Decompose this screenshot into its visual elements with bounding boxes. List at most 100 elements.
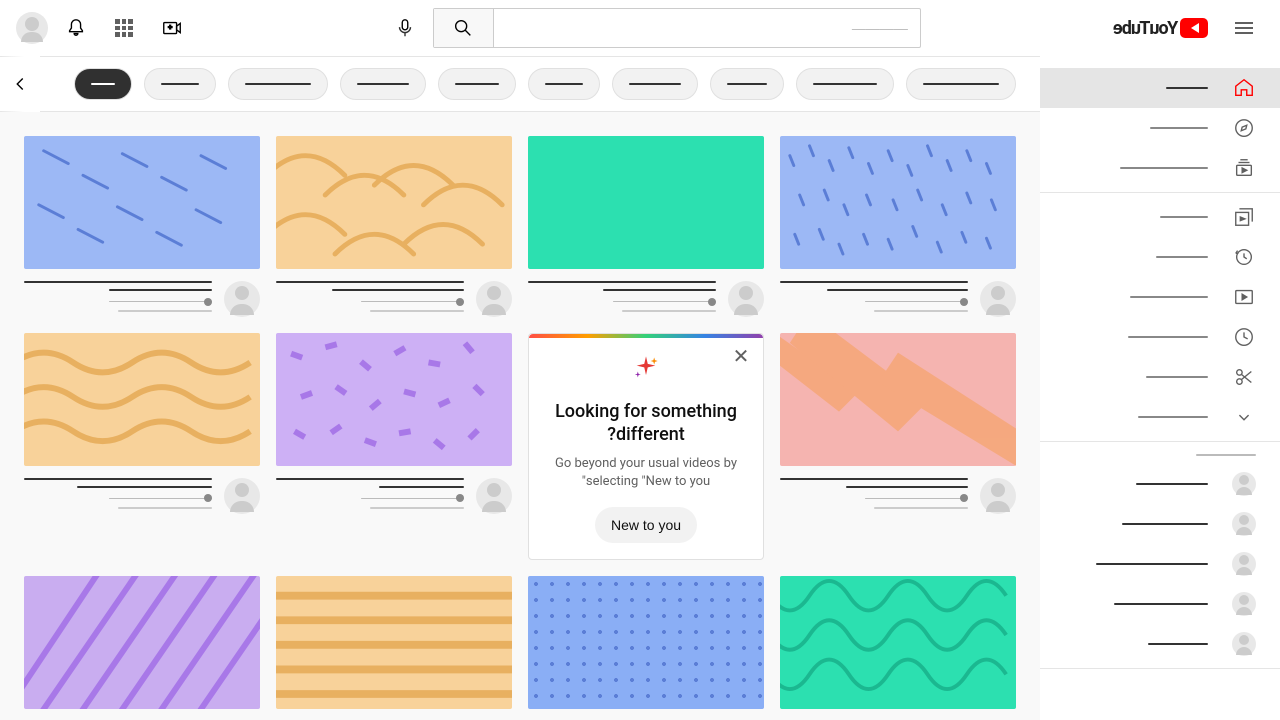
video-thumbnail <box>780 136 1016 269</box>
video-card[interactable] <box>24 333 260 560</box>
subscriptions-icon <box>1232 156 1256 180</box>
search-box <box>433 8 921 48</box>
sidebar-sub-item[interactable] <box>1040 544 1280 584</box>
video-card[interactable] <box>24 136 260 317</box>
video-card[interactable] <box>528 136 764 317</box>
sidebar-item-show-more[interactable] <box>1040 397 1280 437</box>
sidebar-item-label <box>1064 483 1208 485</box>
account-avatar[interactable] <box>16 12 48 44</box>
sidebar-item-history[interactable] <box>1040 237 1280 277</box>
chip[interactable] <box>710 68 784 100</box>
sidebar <box>1040 56 1280 720</box>
promo-button[interactable]: New to you <box>595 507 697 543</box>
video-card[interactable] <box>780 333 1016 560</box>
sidebar-sub-item[interactable] <box>1040 464 1280 504</box>
topbar-center <box>385 8 921 48</box>
sidebar-item-label <box>1064 336 1208 338</box>
sidebar-sub-item[interactable] <box>1040 504 1280 544</box>
sidebar-item-watch-later[interactable] <box>1040 317 1280 357</box>
channel-avatar[interactable] <box>224 478 260 514</box>
chip[interactable] <box>228 68 328 100</box>
video-card[interactable] <box>528 576 764 720</box>
sidebar-item-label <box>1064 643 1208 645</box>
sidebar-item-your-videos[interactable] <box>1040 277 1280 317</box>
chip[interactable] <box>612 68 698 100</box>
sidebar-sub-item[interactable] <box>1040 624 1280 664</box>
sidebar-sub-item[interactable] <box>1040 584 1280 624</box>
scissors-icon <box>1232 365 1256 389</box>
video-title <box>332 289 464 291</box>
bell-icon <box>65 17 87 39</box>
sidebar-item-explore[interactable] <box>1040 108 1280 148</box>
logo[interactable]: YouTube <box>1114 18 1208 39</box>
apps-button[interactable] <box>104 8 144 48</box>
search-input[interactable] <box>494 9 920 47</box>
clock-icon <box>1232 325 1256 349</box>
video-meta <box>24 281 260 317</box>
sidebar-item-label <box>1064 296 1208 298</box>
create-icon <box>161 17 183 39</box>
video-title <box>528 281 716 283</box>
video-thumbnail <box>276 576 512 709</box>
video-title <box>780 281 968 283</box>
notifications-button[interactable] <box>56 8 96 48</box>
channel-name <box>865 498 968 500</box>
video-stats <box>118 310 212 312</box>
search-button[interactable] <box>434 9 494 47</box>
channel-avatar[interactable] <box>728 281 764 317</box>
sidebar-item-subscriptions[interactable] <box>1040 148 1280 188</box>
chevron-left-icon <box>9 73 31 95</box>
chevron-down-icon <box>1232 405 1256 429</box>
video-card[interactable] <box>24 576 260 720</box>
video-card[interactable] <box>276 136 512 317</box>
sidebar-item-home[interactable] <box>1040 68 1280 108</box>
video-title <box>379 486 464 488</box>
chip[interactable] <box>528 68 600 100</box>
sidebar-item-your-clips[interactable] <box>1040 357 1280 397</box>
video-meta <box>780 281 1016 317</box>
sidebar-item-label <box>1064 87 1208 89</box>
video-title <box>24 478 212 480</box>
video-title <box>276 281 464 283</box>
your-videos-icon <box>1232 285 1256 309</box>
chips-scroll-button[interactable] <box>0 56 40 112</box>
video-meta <box>780 478 1016 514</box>
video-stats <box>370 310 464 312</box>
chip-active[interactable] <box>74 68 132 100</box>
channel-avatar[interactable] <box>980 281 1016 317</box>
video-meta <box>276 281 512 317</box>
sidebar-item-label <box>1064 603 1208 605</box>
channel-avatar[interactable] <box>224 281 260 317</box>
chip[interactable] <box>340 68 426 100</box>
video-title <box>109 289 212 291</box>
chip[interactable] <box>906 68 1016 100</box>
channel-avatar[interactable] <box>476 281 512 317</box>
video-thumbnail <box>780 333 1016 466</box>
promo-body: Go beyond your usual videos by selecting… <box>545 455 747 491</box>
channel-avatar[interactable] <box>476 478 512 514</box>
close-button[interactable]: ✕ <box>729 344 753 368</box>
channel-avatar[interactable] <box>980 478 1016 514</box>
video-stats <box>622 310 716 312</box>
chip[interactable] <box>144 68 216 100</box>
create-button[interactable] <box>152 8 192 48</box>
video-card[interactable] <box>780 136 1016 317</box>
video-stats <box>874 310 968 312</box>
sidebar-group-library <box>1040 193 1280 442</box>
sidebar-item-label <box>1064 563 1208 565</box>
menu-button[interactable] <box>1224 8 1264 48</box>
logo-icon <box>1180 18 1208 38</box>
chip[interactable] <box>438 68 516 100</box>
video-card[interactable] <box>780 576 1016 720</box>
video-card[interactable] <box>276 576 512 720</box>
channel-name <box>613 301 716 303</box>
video-card[interactable] <box>276 333 512 560</box>
voice-search-button[interactable] <box>385 8 425 48</box>
video-title <box>276 478 464 480</box>
video-thumbnail <box>780 576 1016 709</box>
sidebar-item-library[interactable] <box>1040 197 1280 237</box>
chip[interactable] <box>796 68 894 100</box>
history-icon <box>1232 245 1256 269</box>
library-icon <box>1232 205 1256 229</box>
channel-avatar-icon <box>1232 552 1256 576</box>
